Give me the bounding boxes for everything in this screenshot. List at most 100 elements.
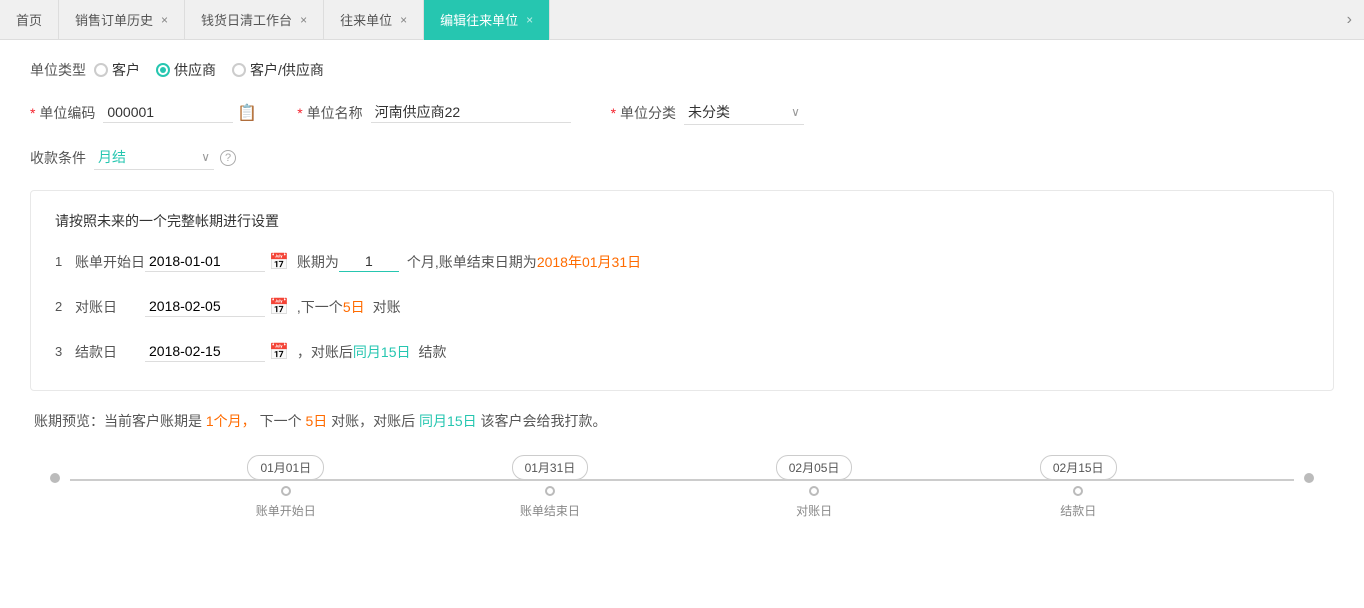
payment-condition-label: 收款条件 xyxy=(30,148,86,168)
period-row-1: 1 账单开始日 📅 账期为 个月,账单结束日期为 2018年01月31日 xyxy=(55,251,1309,272)
unit-classify-value: 未分类 xyxy=(688,102,787,122)
unit-code-calendar-icon[interactable]: 📋 xyxy=(237,103,257,123)
period-reconcile-calendar-icon[interactable]: 📅 xyxy=(269,297,289,317)
period-row-2: 2 对账日 📅 ,下一个 5日 对账 xyxy=(55,296,1309,317)
radio-supplier-circle xyxy=(156,63,170,77)
unit-code-field: 单位编码 📋 xyxy=(30,102,257,123)
preview-reconcile-prefix: 下一个 xyxy=(260,413,302,429)
payment-condition-select[interactable]: 月结 ∨ xyxy=(94,145,214,170)
unit-info-row: 单位编码 📋 单位名称 单位分类 未分类 ∨ xyxy=(30,100,1334,125)
tab-edit-counterparty[interactable]: 编辑往来单位 × xyxy=(424,0,550,40)
period-reconcile-day: 5日 xyxy=(343,297,365,317)
timeline-dot-2 xyxy=(545,486,555,496)
period-pay-prefix: ，对账后 xyxy=(297,342,353,362)
period-start-date-input[interactable] xyxy=(145,251,265,272)
payment-condition-field: 收款条件 月结 ∨ ? xyxy=(30,145,236,170)
timeline-point-3: 02月05日 对账日 xyxy=(776,455,853,519)
period-reconcile-prefix: ,下一个 xyxy=(297,297,343,317)
unit-classify-select[interactable]: 未分类 ∨ xyxy=(684,100,804,125)
preview-reconcile-suffix: 对账，对账后 xyxy=(331,413,415,429)
period-row-2-num: 2 xyxy=(55,299,75,314)
period-pay-suffix: 结款 xyxy=(419,342,447,362)
timeline-end-endpoint xyxy=(1304,473,1314,483)
tab-cash-work[interactable]: 钱货日清工作台 × xyxy=(185,0,324,40)
radio-supplier-label: 供应商 xyxy=(174,60,216,80)
timeline-start-dot xyxy=(50,473,60,483)
timeline-dot-3 xyxy=(809,486,819,496)
period-end-date: 2018年01月31日 xyxy=(537,252,641,272)
unit-name-label: 单位名称 xyxy=(297,103,362,123)
close-cash-work[interactable]: × xyxy=(300,13,307,27)
payment-condition-value: 月结 xyxy=(98,147,197,167)
tab-sales-history[interactable]: 销售订单历史 × xyxy=(59,0,185,40)
period-months-input[interactable] xyxy=(339,251,399,272)
unit-type-field: 单位类型 客户 供应商 客户/供应商 xyxy=(30,60,324,80)
period-pay-day: 同月15日 xyxy=(353,342,411,362)
timeline-desc-1: 账单开始日 xyxy=(256,502,316,519)
period-row-3: 3 结款日 📅 ，对账后 同月15日 结款 xyxy=(55,341,1309,362)
tab-more-button[interactable]: › xyxy=(1335,11,1364,29)
radio-both-circle xyxy=(232,63,246,77)
unit-name-field: 单位名称 xyxy=(297,102,570,123)
timeline-point-1: 01月01日 账单开始日 xyxy=(247,455,324,519)
tab-home[interactable]: 首页 xyxy=(0,0,59,40)
timeline-point-2: 01月31日 账单结束日 xyxy=(512,455,589,519)
preview-prefix: 账期预览：当前客户账期是 xyxy=(34,413,202,429)
radio-customer[interactable]: 客户 xyxy=(94,60,140,80)
preview-reconcile-day: 5日 xyxy=(305,413,327,429)
preview-pay-suffix: 该客户会给我打款。 xyxy=(481,413,607,429)
timeline-desc-4: 结款日 xyxy=(1060,502,1096,519)
timeline-label-4: 02月15日 xyxy=(1040,455,1117,480)
payment-help-icon[interactable]: ? xyxy=(220,150,236,166)
tab-counterparty[interactable]: 往来单位 × xyxy=(324,0,424,40)
period-reconcile-date-input[interactable] xyxy=(145,296,265,317)
period-start-calendar-icon[interactable]: 📅 xyxy=(269,252,289,272)
period-row-1-num: 1 xyxy=(55,254,75,269)
timeline-points: 01月01日 账单开始日 01月31日 账单结束日 02月05日 对账日 02月… xyxy=(50,455,1314,519)
timeline-label-1: 01月01日 xyxy=(247,455,324,480)
preview-section: 账期预览：当前客户账期是 1个月， 下一个 5日 对账，对账后 同月15日 该客… xyxy=(30,411,1334,431)
timeline-dot-1 xyxy=(281,486,291,496)
timeline-start-endpoint xyxy=(50,473,60,483)
period-pay-calendar-icon[interactable]: 📅 xyxy=(269,342,289,362)
timeline-label-3: 02月05日 xyxy=(776,455,853,480)
radio-supplier[interactable]: 供应商 xyxy=(156,60,216,80)
unit-code-label: 单位编码 xyxy=(30,103,95,123)
unit-type-label: 单位类型 xyxy=(30,60,86,80)
timeline-end-dot xyxy=(1304,473,1314,483)
radio-customer-circle xyxy=(94,63,108,77)
timeline-section: 01月01日 账单开始日 01月31日 账单结束日 02月05日 对账日 02月… xyxy=(30,455,1334,519)
unit-classify-field: 单位分类 未分类 ∨ xyxy=(611,100,804,125)
unit-name-input[interactable] xyxy=(371,102,571,123)
period-row-3-num: 3 xyxy=(55,344,75,359)
period-pay-label: 结款日 xyxy=(75,342,145,362)
period-pay-date-input[interactable] xyxy=(145,341,265,362)
close-counterparty[interactable]: × xyxy=(400,13,407,27)
radio-both-label: 客户/供应商 xyxy=(250,60,324,80)
unit-type-radio-group: 客户 供应商 客户/供应商 xyxy=(94,60,324,80)
period-box-title: 请按照未来的一个完整帐期进行设置 xyxy=(55,211,1309,231)
radio-customer-label: 客户 xyxy=(112,60,140,80)
period-reconcile-suffix: 对账 xyxy=(373,297,401,317)
radio-both[interactable]: 客户/供应商 xyxy=(232,60,324,80)
tab-bar: 首页 销售订单历史 × 钱货日清工作台 × 往来单位 × 编辑往来单位 × › xyxy=(0,0,1364,40)
unit-code-input[interactable] xyxy=(103,102,233,123)
unit-classify-label: 单位分类 xyxy=(611,103,676,123)
close-sales-history[interactable]: × xyxy=(161,13,168,27)
preview-pay-day: 同月15日 xyxy=(419,413,477,429)
timeline-point-4: 02月15日 结款日 xyxy=(1040,455,1117,519)
timeline-dot-4 xyxy=(1073,486,1083,496)
payment-condition-row: 收款条件 月结 ∨ ? xyxy=(30,145,1334,170)
close-edit-counterparty[interactable]: × xyxy=(526,13,533,27)
period-months-suffix: 个月,账单结束日期为 xyxy=(407,252,537,272)
main-content: 单位类型 客户 供应商 客户/供应商 单位编码 📋 xyxy=(0,40,1364,608)
preview-months: 1个月， xyxy=(206,413,256,429)
classify-chevron-icon: ∨ xyxy=(791,105,800,119)
timeline-label-2: 01月31日 xyxy=(512,455,589,480)
period-start-label: 账单开始日 xyxy=(75,252,145,272)
period-settings-box: 请按照未来的一个完整帐期进行设置 1 账单开始日 📅 账期为 个月,账单结束日期… xyxy=(30,190,1334,391)
period-months-prefix: 账期为 xyxy=(297,252,339,272)
payment-chevron-icon: ∨ xyxy=(201,150,210,164)
timeline-desc-3: 对账日 xyxy=(796,502,832,519)
period-reconcile-label: 对账日 xyxy=(75,297,145,317)
